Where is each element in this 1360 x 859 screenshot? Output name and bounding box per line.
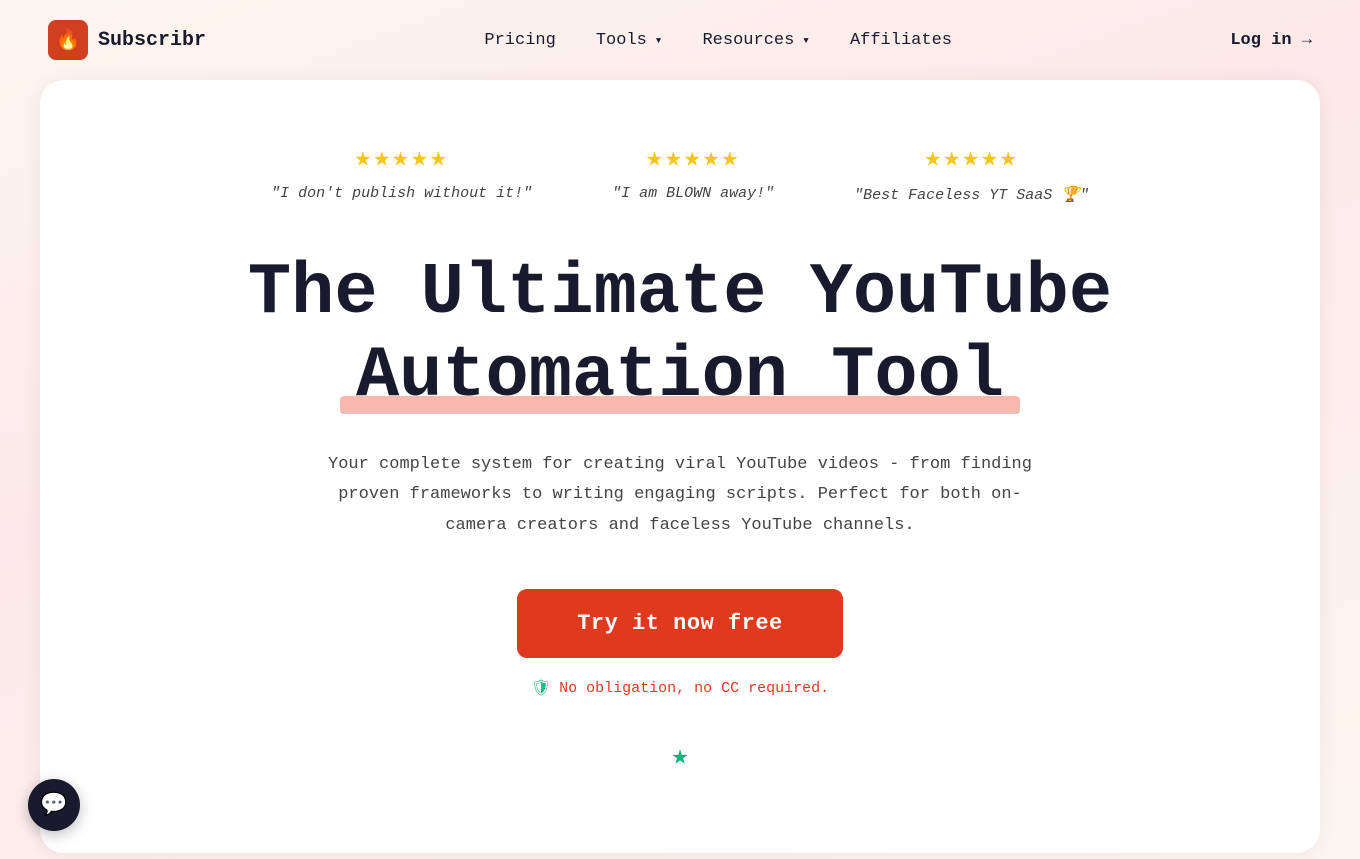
stars-1: ★★★★★ [354,140,448,175]
stars-2: ★★★★★ [646,140,740,175]
shield-icon: 🛡 [531,678,551,698]
quote-2: "I am BLOWN away!" [612,185,774,202]
headline: The Ultimate YouTube Automation Tool [80,252,1280,418]
logo-link[interactable]: 🔥 Subscribr [48,20,206,60]
headline-line1: The Ultimate YouTube [248,252,1112,334]
logo-icon: 🔥 [48,20,88,60]
nav-affiliates[interactable]: Affiliates [850,31,952,50]
subtitle-text: Your complete system for creating viral … [310,450,1050,542]
nav-links: Pricing Tools Resources Affiliates [484,31,952,50]
review-3: ★★★★★ "Best Faceless YT SaaS 🏆" [854,140,1089,204]
no-cc-row: 🛡 No obligation, no CC required. [531,678,829,698]
headline-line2: Automation Tool [80,335,1280,418]
cta-section: Try it now free 🛡 No obligation, no CC r… [80,589,1280,698]
chat-bubble-button[interactable]: 💬 [28,779,80,831]
navbar: 🔥 Subscribr Pricing Tools Resources Affi… [0,0,1360,80]
quote-3: "Best Faceless YT SaaS 🏆" [854,185,1089,204]
quote-1: "I don't publish without it!" [271,185,532,202]
main-content: ★★★★★ "I don't publish without it!" ★★★★… [40,80,1320,853]
trustpilot-peek: ★ [80,738,1280,773]
review-2: ★★★★★ "I am BLOWN away!" [612,140,774,204]
chat-icon: 💬 [40,792,67,818]
login-link[interactable]: Log in → [1230,31,1312,50]
nav-resources[interactable]: Resources [702,31,809,50]
trustpilot-star: ★ [672,738,689,773]
nav-tools[interactable]: Tools [596,31,663,50]
main-heading: The Ultimate YouTube Automation Tool [80,252,1280,418]
reviews-row: ★★★★★ "I don't publish without it!" ★★★★… [80,140,1280,204]
stars-3: ★★★★★ [924,140,1018,175]
review-1: ★★★★★ "I don't publish without it!" [271,140,532,204]
logo-text: Subscribr [98,29,206,52]
nav-pricing[interactable]: Pricing [484,31,555,50]
no-cc-text: No obligation, no CC required. [559,680,829,697]
cta-button[interactable]: Try it now free [517,589,843,658]
